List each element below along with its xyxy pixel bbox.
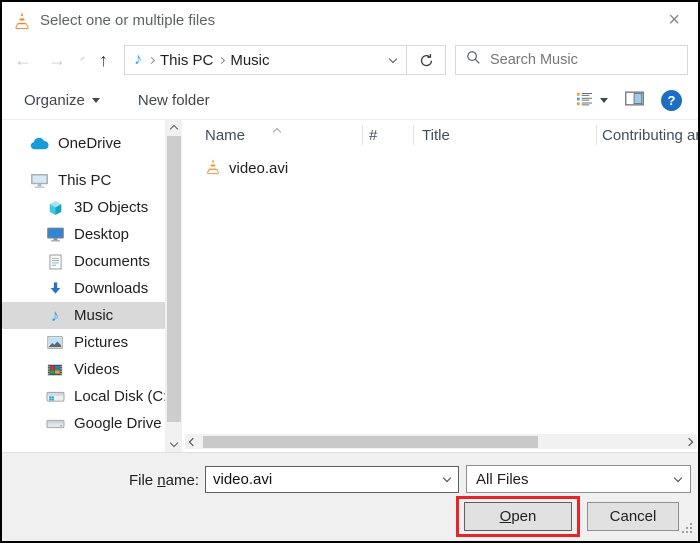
sidebar-item-label: Videos bbox=[74, 361, 120, 378]
sidebar-item-videos[interactable]: Videos bbox=[2, 356, 165, 383]
sidebar-item-documents[interactable]: Documents bbox=[2, 248, 165, 275]
file-list-horizontal-scrollbar[interactable] bbox=[185, 434, 697, 449]
file-name-input[interactable] bbox=[206, 471, 436, 488]
sidebar-scrollbar[interactable] bbox=[165, 120, 182, 452]
refresh-icon[interactable] bbox=[407, 46, 445, 74]
sidebar-item-onedrive[interactable]: OneDrive bbox=[2, 130, 165, 157]
dropdown-caret-icon bbox=[600, 98, 608, 103]
sidebar-item-label: Local Disk (C:) bbox=[74, 388, 165, 405]
resize-grip-icon[interactable] bbox=[682, 521, 693, 538]
window-title: Select one or multiple files bbox=[40, 12, 215, 29]
column-header-name[interactable]: Name bbox=[205, 127, 245, 144]
scroll-down-icon[interactable] bbox=[165, 437, 182, 452]
gdrive-disk-icon bbox=[45, 418, 65, 430]
sidebar-item-this-pc[interactable]: This PC bbox=[2, 167, 165, 194]
local-disk-icon bbox=[45, 391, 65, 403]
scroll-right-icon[interactable] bbox=[681, 434, 697, 449]
organize-label: Organize bbox=[24, 92, 85, 109]
column-separator[interactable] bbox=[596, 125, 597, 145]
command-toolbar: Organize New folder bbox=[2, 82, 698, 120]
dialog-footer: File name: All Files Open Cancel bbox=[2, 452, 698, 541]
help-button[interactable]: ? bbox=[661, 90, 682, 111]
chevron-down-icon bbox=[674, 473, 682, 481]
breadcrumb-this-pc[interactable]: This PC bbox=[154, 52, 219, 69]
navigation-bar: ← → ↑ ♪ This PC Music bbox=[2, 38, 698, 82]
file-name-label: File name: bbox=[2, 472, 199, 489]
pictures-icon bbox=[45, 336, 65, 349]
address-dropdown-chevron-icon[interactable] bbox=[389, 54, 397, 62]
file-type-select[interactable]: All Files bbox=[466, 465, 691, 493]
cancel-button[interactable]: Cancel bbox=[587, 502, 679, 531]
file-name-combobox[interactable] bbox=[205, 466, 459, 493]
new-folder-button[interactable]: New folder bbox=[138, 92, 210, 109]
forward-icon[interactable]: → bbox=[48, 51, 66, 69]
back-icon[interactable]: ← bbox=[14, 51, 32, 69]
up-icon[interactable]: ↑ bbox=[99, 51, 108, 69]
chevron-down-icon[interactable] bbox=[436, 478, 458, 481]
title-bar: Select one or multiple files × bbox=[2, 2, 698, 38]
question-mark-icon: ? bbox=[668, 93, 676, 108]
desktop-icon bbox=[45, 227, 65, 242]
organize-button[interactable]: Organize bbox=[24, 92, 100, 109]
column-header-contributing-artists[interactable]: Contributing art bbox=[602, 127, 698, 144]
search-input[interactable] bbox=[490, 52, 677, 68]
preview-pane-button[interactable] bbox=[625, 91, 644, 110]
sidebar-item-label: Google Drive (G: bbox=[74, 415, 165, 432]
sidebar-item-desktop[interactable]: Desktop bbox=[2, 221, 165, 248]
close-icon[interactable]: × bbox=[664, 10, 684, 30]
file-type-value: All Files bbox=[476, 471, 529, 488]
music-note-icon: ♪ bbox=[134, 51, 142, 69]
sidebar-item-label: Desktop bbox=[74, 226, 129, 243]
list-view-icon bbox=[576, 91, 593, 111]
scroll-left-icon[interactable] bbox=[185, 434, 201, 449]
file-row-video-avi[interactable]: video.avi bbox=[205, 158, 288, 178]
navigation-sidebar: OneDrive This PC 3D Objects bbox=[2, 120, 165, 452]
sidebar-item-label: Documents bbox=[74, 253, 150, 270]
sidebar-item-label: Pictures bbox=[74, 334, 128, 351]
sidebar-item-music[interactable]: ♪ Music bbox=[2, 302, 165, 329]
scrollbar-thumb[interactable] bbox=[167, 136, 181, 422]
file-name: video.avi bbox=[229, 160, 288, 177]
search-icon bbox=[466, 50, 481, 70]
file-list-header: Name # Title Contributing art bbox=[182, 120, 698, 150]
sidebar-item-label: OneDrive bbox=[58, 135, 121, 152]
vlc-cone-icon bbox=[12, 11, 32, 29]
new-folder-label: New folder bbox=[138, 92, 210, 109]
sidebar-item-google-drive-g[interactable]: Google Drive (G: bbox=[2, 410, 165, 437]
onedrive-cloud-icon bbox=[29, 137, 49, 151]
address-bar[interactable]: ♪ This PC Music bbox=[124, 45, 446, 75]
sidebar-item-label: Downloads bbox=[74, 280, 148, 297]
file-open-dialog: Select one or multiple files × ← → ↑ ♪ T… bbox=[0, 0, 700, 543]
search-box[interactable] bbox=[455, 45, 688, 75]
music-note-icon: ♪ bbox=[45, 306, 65, 326]
file-list-panel: Name # Title Contributing art video.avi bbox=[182, 120, 698, 452]
dropdown-caret-icon bbox=[92, 98, 100, 103]
breadcrumb-music[interactable]: Music bbox=[224, 52, 275, 69]
column-header-title[interactable]: Title bbox=[422, 127, 450, 144]
this-pc-icon bbox=[29, 173, 49, 189]
scrollbar-thumb[interactable] bbox=[203, 436, 538, 448]
open-button[interactable]: Open bbox=[464, 502, 572, 531]
downloads-icon bbox=[45, 281, 65, 296]
sidebar-item-label: Music bbox=[74, 307, 113, 324]
scroll-up-icon[interactable] bbox=[165, 120, 182, 135]
sort-ascending-icon bbox=[274, 122, 280, 139]
sidebar-item-3d-objects[interactable]: 3D Objects bbox=[2, 194, 165, 221]
recent-locations-chevron-icon[interactable] bbox=[80, 56, 84, 60]
sidebar-item-local-disk-c[interactable]: Local Disk (C:) bbox=[2, 383, 165, 410]
sidebar-item-downloads[interactable]: Downloads bbox=[2, 275, 165, 302]
column-separator[interactable] bbox=[362, 125, 363, 145]
sidebar-item-label: This PC bbox=[58, 172, 111, 189]
view-options-button[interactable] bbox=[576, 91, 608, 111]
vlc-cone-icon bbox=[205, 158, 221, 178]
column-header-number[interactable]: # bbox=[369, 127, 377, 144]
documents-icon bbox=[45, 254, 65, 270]
column-separator[interactable] bbox=[413, 125, 414, 145]
sidebar-item-label: 3D Objects bbox=[74, 199, 148, 216]
sidebar-item-pictures[interactable]: Pictures bbox=[2, 329, 165, 356]
videos-icon bbox=[45, 364, 65, 376]
3d-objects-icon bbox=[45, 200, 65, 216]
